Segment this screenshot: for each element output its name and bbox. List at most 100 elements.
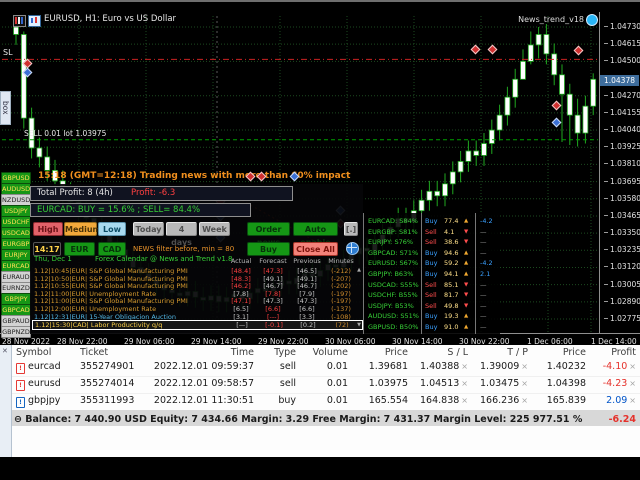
remove-sl-cell[interactable]: ×: [461, 379, 468, 388]
dots-button[interactable]: [.]: [344, 222, 358, 236]
strength-row-eurjpy[interactable]: EURJPY: S76% Sell 38.6 ▼ —: [364, 237, 500, 247]
impact-low-button[interactable]: Low: [98, 222, 126, 236]
calendar-row[interactable]: 1.12|15:30|CAD| Labor Productivity q/q [—…: [32, 320, 363, 331]
sl-cell: 1.04513 ×: [420, 378, 468, 389]
indicator-list-icon[interactable]: [28, 15, 41, 27]
price-tick-label: 1.03925: [604, 143, 640, 151]
signal-bar: EURCAD: BUY = 15.6% ; SELL= 84.4%: [30, 203, 251, 217]
header-time[interactable]: Time: [146, 345, 258, 359]
price-tick-label: 1.04500: [604, 57, 640, 65]
pair-strength-label: USDJPY: B53%: [368, 301, 414, 310]
remove-sl-cell[interactable]: ×: [461, 396, 468, 405]
header-sl[interactable]: S / L: [412, 345, 472, 359]
profit-delta: -4.2: [480, 217, 493, 225]
strength-row-audusd[interactable]: AUDUSD: S51% Buy 19.3 ▲ —: [364, 311, 500, 321]
header-symbol[interactable]: Symbol: [12, 345, 76, 359]
range-today-button[interactable]: Today: [133, 222, 164, 236]
remove-profit-cell[interactable]: ×: [629, 379, 636, 388]
close-all-button[interactable]: Close All: [293, 242, 338, 256]
minus-circle-icon[interactable]: ⊖: [14, 414, 25, 425]
trade-row-eurcad[interactable]: ! eurcad 355274901 2022.12.01 09:59:37 sell 0…: [12, 359, 640, 377]
order-news-button[interactable]: Order news: [247, 222, 290, 247]
event-value: (72): [335, 321, 349, 330]
symbol-button-gbpnzd[interactable]: GBPNZD: [1, 326, 31, 338]
profit-delta: —: [480, 280, 487, 289]
strength-row-gbpjpy[interactable]: GBPJPY: B63% Buy 94.1 ▲ 2.1: [364, 269, 500, 279]
price-tick-label: 1.02890: [604, 297, 640, 306]
strength-row-gbpcad[interactable]: GBPCAD: S71% Buy 94.6 ▲ —: [364, 248, 500, 258]
strength-row-usdcad[interactable]: USDCAD: S55% Sell 85.1 ▼ —: [364, 280, 500, 290]
chart-window: EURUSD, H1: Euro vs US Dollar News_trend…: [0, 0, 640, 348]
trade-row-eurusd[interactable]: ! eurusd 355274014 2022.12.01 09:58:57 sell 0…: [12, 376, 640, 394]
profit-cell: 2.09 ×: [606, 395, 636, 406]
header-price[interactable]: Price: [352, 345, 412, 359]
price-cell: 165.554: [368, 395, 408, 406]
toolbox-tab[interactable]: box: [0, 91, 11, 125]
sl-line-label: SL: [3, 48, 13, 57]
scroll-down-arrow[interactable]: ▼: [355, 322, 363, 328]
strength-row-gbpusd[interactable]: GBPUSD: B50% Buy 91.0 ▲ —: [364, 322, 500, 332]
type-cell: sell: [279, 361, 296, 372]
news-trend-icon[interactable]: [586, 14, 598, 26]
currency-cad-button[interactable]: CAD: [98, 242, 126, 256]
strength-row-usdchf[interactable]: USDCHF: B55% Sell 81.7 ▼ —: [364, 290, 500, 300]
down-arrow-icon: ▼: [464, 228, 469, 235]
close-toolbox-button[interactable]: ✕: [2, 347, 8, 355]
news-alert-text: 15:18 (GMT=12:18) Trading news with more…: [38, 171, 351, 181]
ticket-cell: 355311993: [80, 395, 135, 406]
header-profit[interactable]: Profit: [590, 345, 640, 359]
current-price-cell: 1.40232: [546, 361, 586, 372]
price-cell: 1.39681: [368, 361, 408, 372]
remove-profit-cell[interactable]: ×: [629, 362, 636, 371]
ticket-cell: 355274901: [80, 361, 135, 372]
profit-delta: —: [480, 301, 487, 310]
strength-row-eurusd[interactable]: EURUSD: S67% Buy 59.2 ▲ -4.2: [364, 258, 500, 268]
impact-medium-button[interactable]: Medium: [64, 222, 101, 236]
remove-tp-cell[interactable]: ×: [521, 396, 528, 405]
range-week-button[interactable]: Week: [199, 222, 230, 236]
signal-label: EURCAD: BUY = 15.6% ; SELL= 84.4%: [37, 205, 201, 215]
event-value: [0.2]: [300, 321, 316, 330]
up-arrow-icon: ▲: [464, 271, 469, 277]
auto-enable-button[interactable]: Auto enable: [293, 222, 338, 247]
price-axis[interactable]: 1.04730 1.04615 1.04500 1.04270 1.04155 1.040…: [599, 12, 640, 334]
strength-value: 77.4: [444, 217, 459, 225]
up-arrow-icon: ▲: [464, 324, 469, 330]
currency-eur-button[interactable]: EUR: [64, 242, 95, 256]
scroll-up-arrow[interactable]: ▲: [355, 267, 363, 273]
time-cell: 2022.12.01 09:58:57: [153, 378, 254, 389]
strength-value: 94.6: [444, 248, 459, 257]
strength-row-eurgbp[interactable]: EURGBP: S81% Sell 4.1 ▼ —: [364, 227, 500, 237]
symbol-cell: ! gbpjpy: [12, 393, 76, 410]
header-price[interactable]: Price: [532, 345, 590, 359]
strength-row-eurcad[interactable]: EURCAD: S84% Buy 77.4 ▲ -4.2: [364, 216, 500, 226]
action-label: Sell: [425, 238, 437, 247]
volume-cell: 0.01: [326, 395, 348, 406]
remove-tp-cell[interactable]: ×: [521, 362, 528, 371]
down-arrow-icon: ▼: [464, 302, 469, 309]
chart-type-icon[interactable]: [13, 15, 26, 27]
calendar-date: Thu, Dec 1: [34, 255, 72, 263]
remove-tp-cell[interactable]: ×: [521, 379, 528, 388]
globe-icon[interactable]: [346, 242, 359, 255]
pair-strength-label: EURJPY: S76%: [368, 238, 414, 247]
profit-delta: —: [480, 227, 487, 236]
remove-profit-cell[interactable]: ×: [629, 396, 636, 405]
header-type[interactable]: Type: [258, 345, 300, 359]
price-tick-label: 1.04270: [604, 91, 640, 100]
price-tick-label: 1.03695: [604, 177, 640, 186]
header-tp[interactable]: T / P: [472, 345, 532, 359]
strength-row-usdjpy[interactable]: USDJPY: B53% Sell 49.8 ▼ —: [364, 301, 500, 311]
event-value: [-0.1]: [265, 321, 283, 330]
trade-row-gbpjpy[interactable]: ! gbpjpy 355311993 2022.12.01 11:30:51 buy 0.…: [12, 393, 640, 411]
impact-high-button[interactable]: High: [33, 222, 63, 236]
buy-button[interactable]: Buy: [247, 242, 290, 256]
column-header-previous: Previous: [293, 257, 321, 265]
action-label: Buy: [425, 312, 438, 321]
header-ticket[interactable]: Ticket: [76, 345, 146, 359]
tp-cell: 1.39009 ×: [480, 361, 528, 372]
remove-sl-cell[interactable]: ×: [461, 362, 468, 371]
trade-table-header[interactable]: Symbol Ticket Time Type Volume Price S / LT / …: [12, 345, 640, 359]
range-4days-button[interactable]: 4 days: [166, 222, 197, 247]
header-volume[interactable]: Volume: [300, 345, 352, 359]
